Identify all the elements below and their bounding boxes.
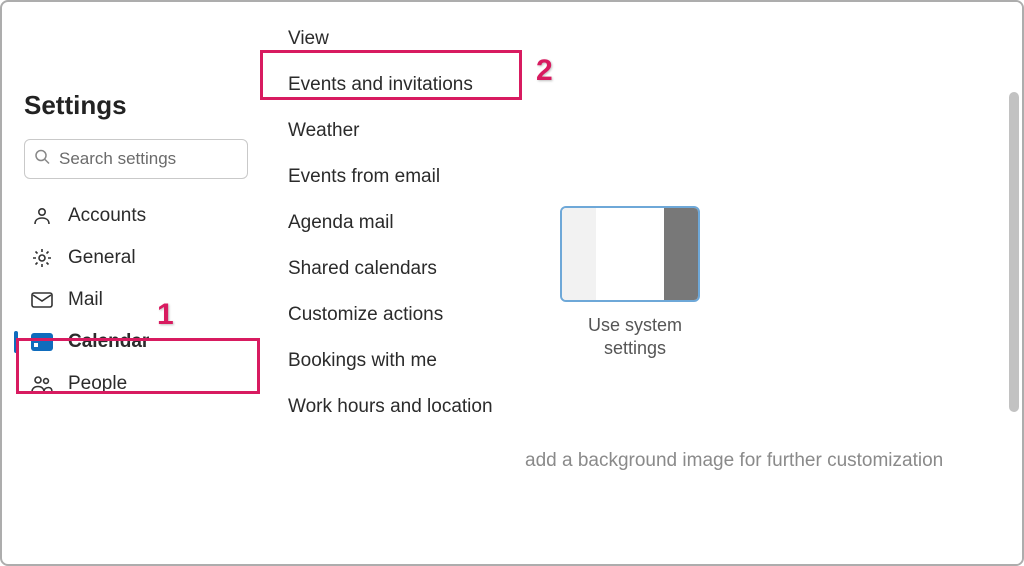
subnav-item-events-from-email[interactable]: Events from email [260,154,525,200]
theme-label: Use system settings [575,314,695,361]
search-wrap [24,139,248,179]
sidebar-item-label: General [68,247,136,269]
settings-window: — ×× Settings Accounts [0,0,1024,566]
settings-sidebar: Settings Accounts Genera [2,2,260,564]
background-hint-text: add a background image for further custo… [525,450,1022,472]
subnav-item-work-hours[interactable]: Work hours and location [260,384,525,430]
person-icon [30,206,54,226]
sidebar-item-label: Mail [68,289,103,311]
sidebar-item-label: Accounts [68,205,146,227]
sidebar-item-general[interactable]: General [2,237,260,279]
settings-title: Settings [2,2,260,139]
subnav-item-agenda-mail[interactable]: Agenda mail [260,200,525,246]
annotation-number-1: 1 [157,298,174,332]
sidebar-item-mail[interactable]: Mail [2,279,260,321]
search-input[interactable] [24,139,248,179]
annotation-box-2 [260,50,522,100]
scrollbar[interactable] [1009,92,1019,412]
mail-icon [30,292,54,308]
subnav-item-weather[interactable]: Weather [260,108,525,154]
theme-tile-system[interactable] [560,206,700,302]
subnav-item-bookings-with-me[interactable]: Bookings with me [260,338,525,384]
search-icon [34,149,50,170]
gear-icon [30,248,54,268]
sidebar-item-accounts[interactable]: Accounts [2,195,260,237]
subnav-item-customize-actions[interactable]: Customize actions [260,292,525,338]
subnav-item-shared-calendars[interactable]: Shared calendars [260,246,525,292]
annotation-number-2: 2 [536,54,553,88]
annotation-box-1 [16,338,260,394]
content-area: Use system settings add a background ima… [525,2,1022,564]
